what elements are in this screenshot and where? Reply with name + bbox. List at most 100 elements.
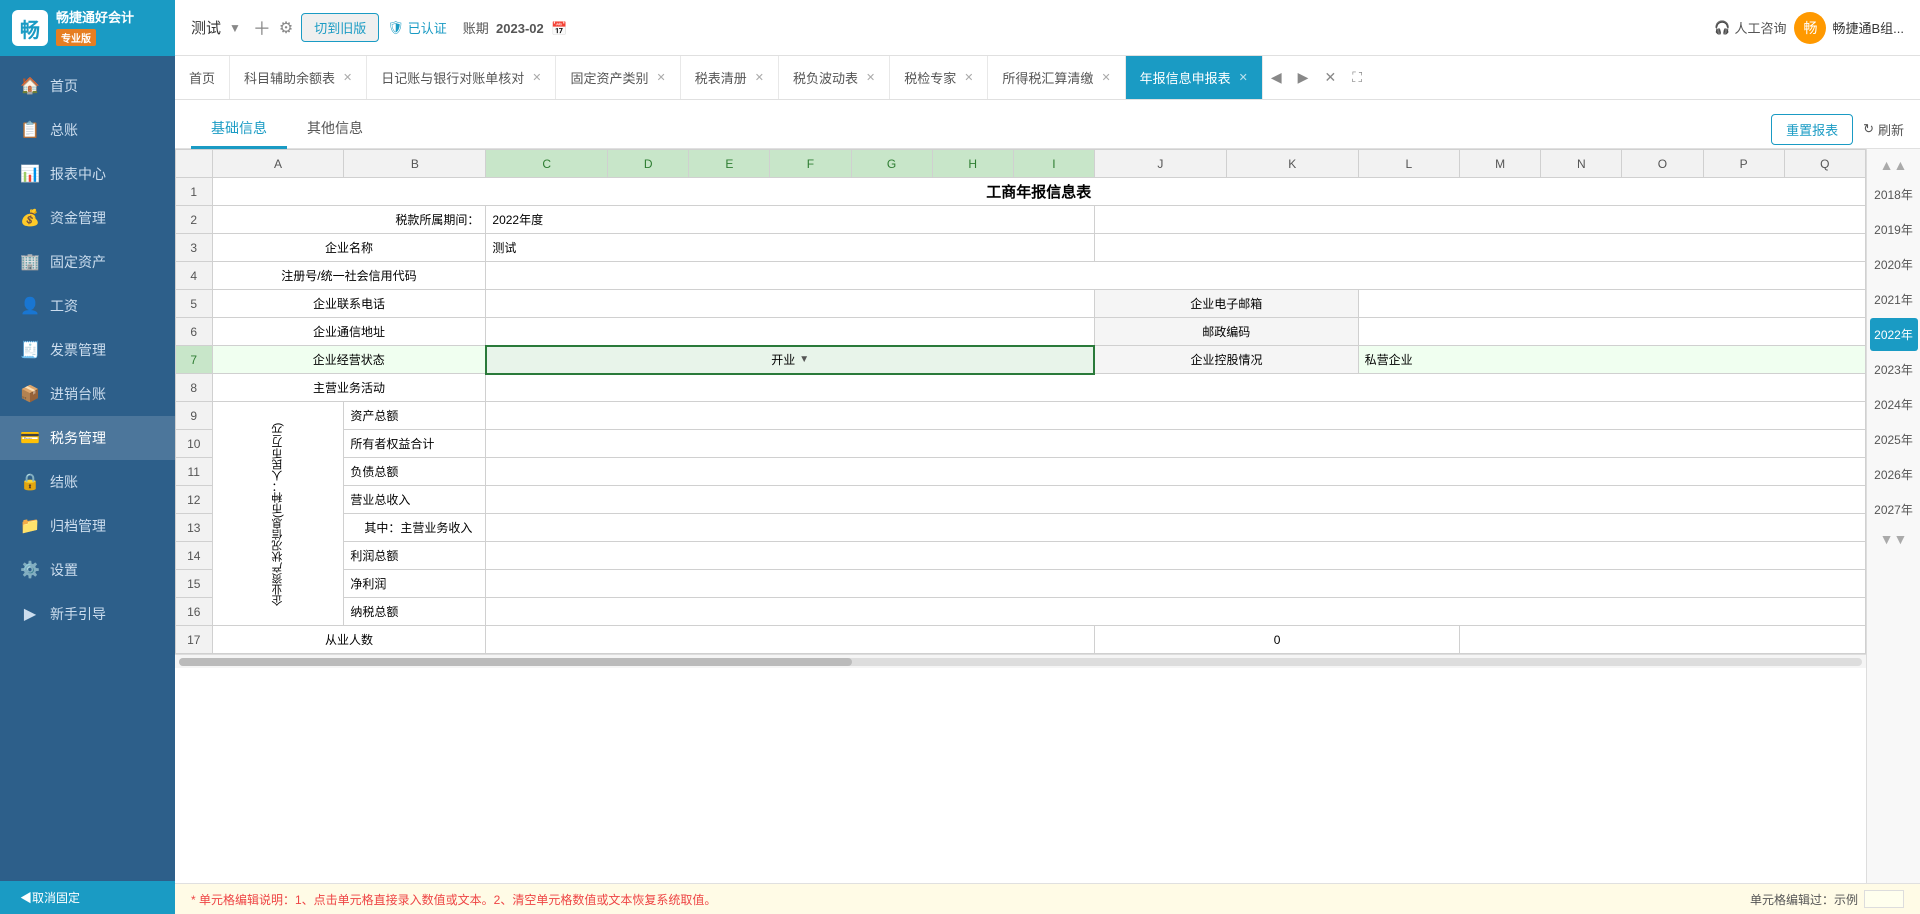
- tab-taxcheck[interactable]: 税检专家 ✕: [890, 56, 988, 99]
- cell-5-l[interactable]: [1358, 290, 1865, 318]
- sidebar-item-ledger[interactable]: 📋 总账: [0, 108, 175, 152]
- col-header-q[interactable]: Q: [1784, 150, 1865, 178]
- settings-gear-icon[interactable]: ⚙: [279, 18, 293, 38]
- sidebar-item-purchase[interactable]: 📦 进销台账: [0, 372, 175, 416]
- year-2023[interactable]: 2023年: [1870, 353, 1918, 386]
- consult-button[interactable]: 🎧 人工咨询: [1714, 18, 1786, 37]
- col-header-p[interactable]: P: [1703, 150, 1784, 178]
- reset-report-button[interactable]: 重置报表: [1771, 114, 1853, 145]
- cell-7-c-dropdown[interactable]: 开业 ▼: [486, 346, 1095, 374]
- sidebar-pin-button[interactable]: ◀取消固定: [0, 881, 175, 914]
- tab-taxform-close[interactable]: ✕: [755, 71, 764, 84]
- year-2019[interactable]: 2019年: [1870, 213, 1918, 246]
- sidebar-item-fund[interactable]: 💰 资金管理: [0, 196, 175, 240]
- tab-yearreport-close[interactable]: ✕: [1239, 71, 1248, 84]
- cell-16-c[interactable]: [486, 598, 1866, 626]
- col-header-c[interactable]: C: [486, 150, 608, 178]
- sheet-title-cell[interactable]: 工商年报信息表: [212, 178, 1865, 206]
- year-scroll-down-button[interactable]: ▼▼: [1876, 527, 1912, 551]
- tab-aux[interactable]: 科目辅助余额表 ✕: [230, 56, 367, 99]
- year-2026[interactable]: 2026年: [1870, 458, 1918, 491]
- sidebar-item-guide[interactable]: ▶ 新手引导: [0, 592, 175, 636]
- col-header-i[interactable]: I: [1013, 150, 1094, 178]
- col-header-o[interactable]: O: [1622, 150, 1703, 178]
- old-version-button[interactable]: 切到旧版: [301, 13, 379, 42]
- year-scroll-up-button[interactable]: ▲▲: [1876, 153, 1912, 177]
- cell-9-c[interactable]: [486, 402, 1866, 430]
- tab-journal-close[interactable]: ✕: [532, 71, 541, 84]
- tab-taxwave[interactable]: 税负波动表 ✕: [779, 56, 890, 99]
- cell-6-c[interactable]: [486, 318, 1095, 346]
- cell-3-c[interactable]: 测试: [486, 234, 1095, 262]
- cell-6-l[interactable]: [1358, 318, 1865, 346]
- year-2024[interactable]: 2024年: [1870, 388, 1918, 421]
- col-header-g[interactable]: G: [851, 150, 932, 178]
- col-header-j[interactable]: J: [1094, 150, 1226, 178]
- sheet-main[interactable]: A B C D E F G H I J K L: [175, 149, 1866, 883]
- col-header-m[interactable]: M: [1460, 150, 1541, 178]
- sidebar-item-asset[interactable]: 🏢 固定资产: [0, 240, 175, 284]
- tab-taxform-label: 税表清册: [695, 68, 747, 87]
- cell-15-c[interactable]: [486, 570, 1866, 598]
- tab-home[interactable]: 首页: [175, 56, 230, 99]
- year-2020[interactable]: 2020年: [1870, 248, 1918, 281]
- user-area[interactable]: 畅 畅捷通B组...: [1794, 12, 1904, 44]
- year-2027[interactable]: 2027年: [1870, 493, 1918, 526]
- tab-prev-button[interactable]: ◀: [1263, 56, 1290, 99]
- cell-17-c[interactable]: [486, 626, 1095, 654]
- tab-asset[interactable]: 固定资产类别 ✕: [556, 56, 680, 99]
- cell-5-c[interactable]: [486, 290, 1095, 318]
- refresh-button[interactable]: ↻ 刷新: [1863, 120, 1904, 139]
- cell-12-c[interactable]: [486, 486, 1866, 514]
- col-header-b[interactable]: B: [344, 150, 486, 178]
- sidebar-item-salary[interactable]: 👤 工资: [0, 284, 175, 328]
- subtab-other[interactable]: 其他信息: [287, 110, 383, 149]
- sidebar-item-home[interactable]: 🏠 首页: [0, 64, 175, 108]
- cell-17-j[interactable]: 0: [1094, 626, 1459, 654]
- tab-yearreport[interactable]: 年报信息申报表 ✕: [1126, 56, 1263, 99]
- sidebar-item-close[interactable]: 🔒 结账: [0, 460, 175, 504]
- tab-asset-close[interactable]: ✕: [657, 71, 666, 84]
- year-2025[interactable]: 2025年: [1870, 423, 1918, 456]
- cell-11-c[interactable]: [486, 458, 1866, 486]
- col-header-f[interactable]: F: [770, 150, 851, 178]
- cell-14-c[interactable]: [486, 542, 1866, 570]
- col-header-a[interactable]: A: [212, 150, 344, 178]
- year-2021[interactable]: 2021年: [1870, 283, 1918, 316]
- cell-7-l[interactable]: 私营企业: [1358, 346, 1865, 374]
- dropdown-arrow-icon[interactable]: ▼: [229, 21, 241, 35]
- tab-taxform[interactable]: 税表清册 ✕: [681, 56, 779, 99]
- tab-journal[interactable]: 日记账与银行对账单核对 ✕: [367, 56, 556, 99]
- cell-13-c[interactable]: [486, 514, 1866, 542]
- col-header-d[interactable]: D: [608, 150, 689, 178]
- sidebar-item-archive[interactable]: 📁 归档管理: [0, 504, 175, 548]
- sidebar-item-report[interactable]: 📊 报表中心: [0, 152, 175, 196]
- tab-incometax-close[interactable]: ✕: [1101, 71, 1110, 84]
- tab-taxcheck-close[interactable]: ✕: [964, 71, 973, 84]
- year-2022[interactable]: 2022年: [1870, 318, 1918, 351]
- col-header-n[interactable]: N: [1541, 150, 1622, 178]
- subtab-basic[interactable]: 基础信息: [191, 110, 287, 149]
- add-tab-button[interactable]: ＋: [253, 15, 271, 41]
- col-header-h[interactable]: H: [932, 150, 1013, 178]
- horizontal-scrollbar[interactable]: [175, 654, 1866, 668]
- tab-next-button[interactable]: ▶: [1290, 56, 1317, 99]
- tab-aux-close[interactable]: ✕: [343, 71, 352, 84]
- sidebar-item-invoice[interactable]: 🧾 发票管理: [0, 328, 175, 372]
- col-header-l[interactable]: L: [1358, 150, 1459, 178]
- sidebar-item-settings[interactable]: ⚙️ 设置: [0, 548, 175, 592]
- hscroll-thumb[interactable]: [179, 658, 852, 666]
- col-header-k[interactable]: K: [1226, 150, 1358, 178]
- cell-4-c[interactable]: [486, 262, 1866, 290]
- col-header-e[interactable]: E: [689, 150, 770, 178]
- cell-10-c[interactable]: [486, 430, 1866, 458]
- tab-taxwave-close[interactable]: ✕: [866, 71, 875, 84]
- cell-2-c[interactable]: 2022年度: [486, 206, 1095, 234]
- tab-close-all-button[interactable]: ✕: [1316, 56, 1344, 99]
- dropdown-arrow-icon[interactable]: ▼: [799, 354, 809, 365]
- tab-expand-button[interactable]: ⛶: [1344, 56, 1370, 99]
- year-2018[interactable]: 2018年: [1870, 178, 1918, 211]
- tab-incometax[interactable]: 所得税汇算清缴 ✕: [988, 56, 1125, 99]
- cell-8-c[interactable]: [486, 374, 1866, 402]
- sidebar-item-tax[interactable]: 💳 税务管理: [0, 416, 175, 460]
